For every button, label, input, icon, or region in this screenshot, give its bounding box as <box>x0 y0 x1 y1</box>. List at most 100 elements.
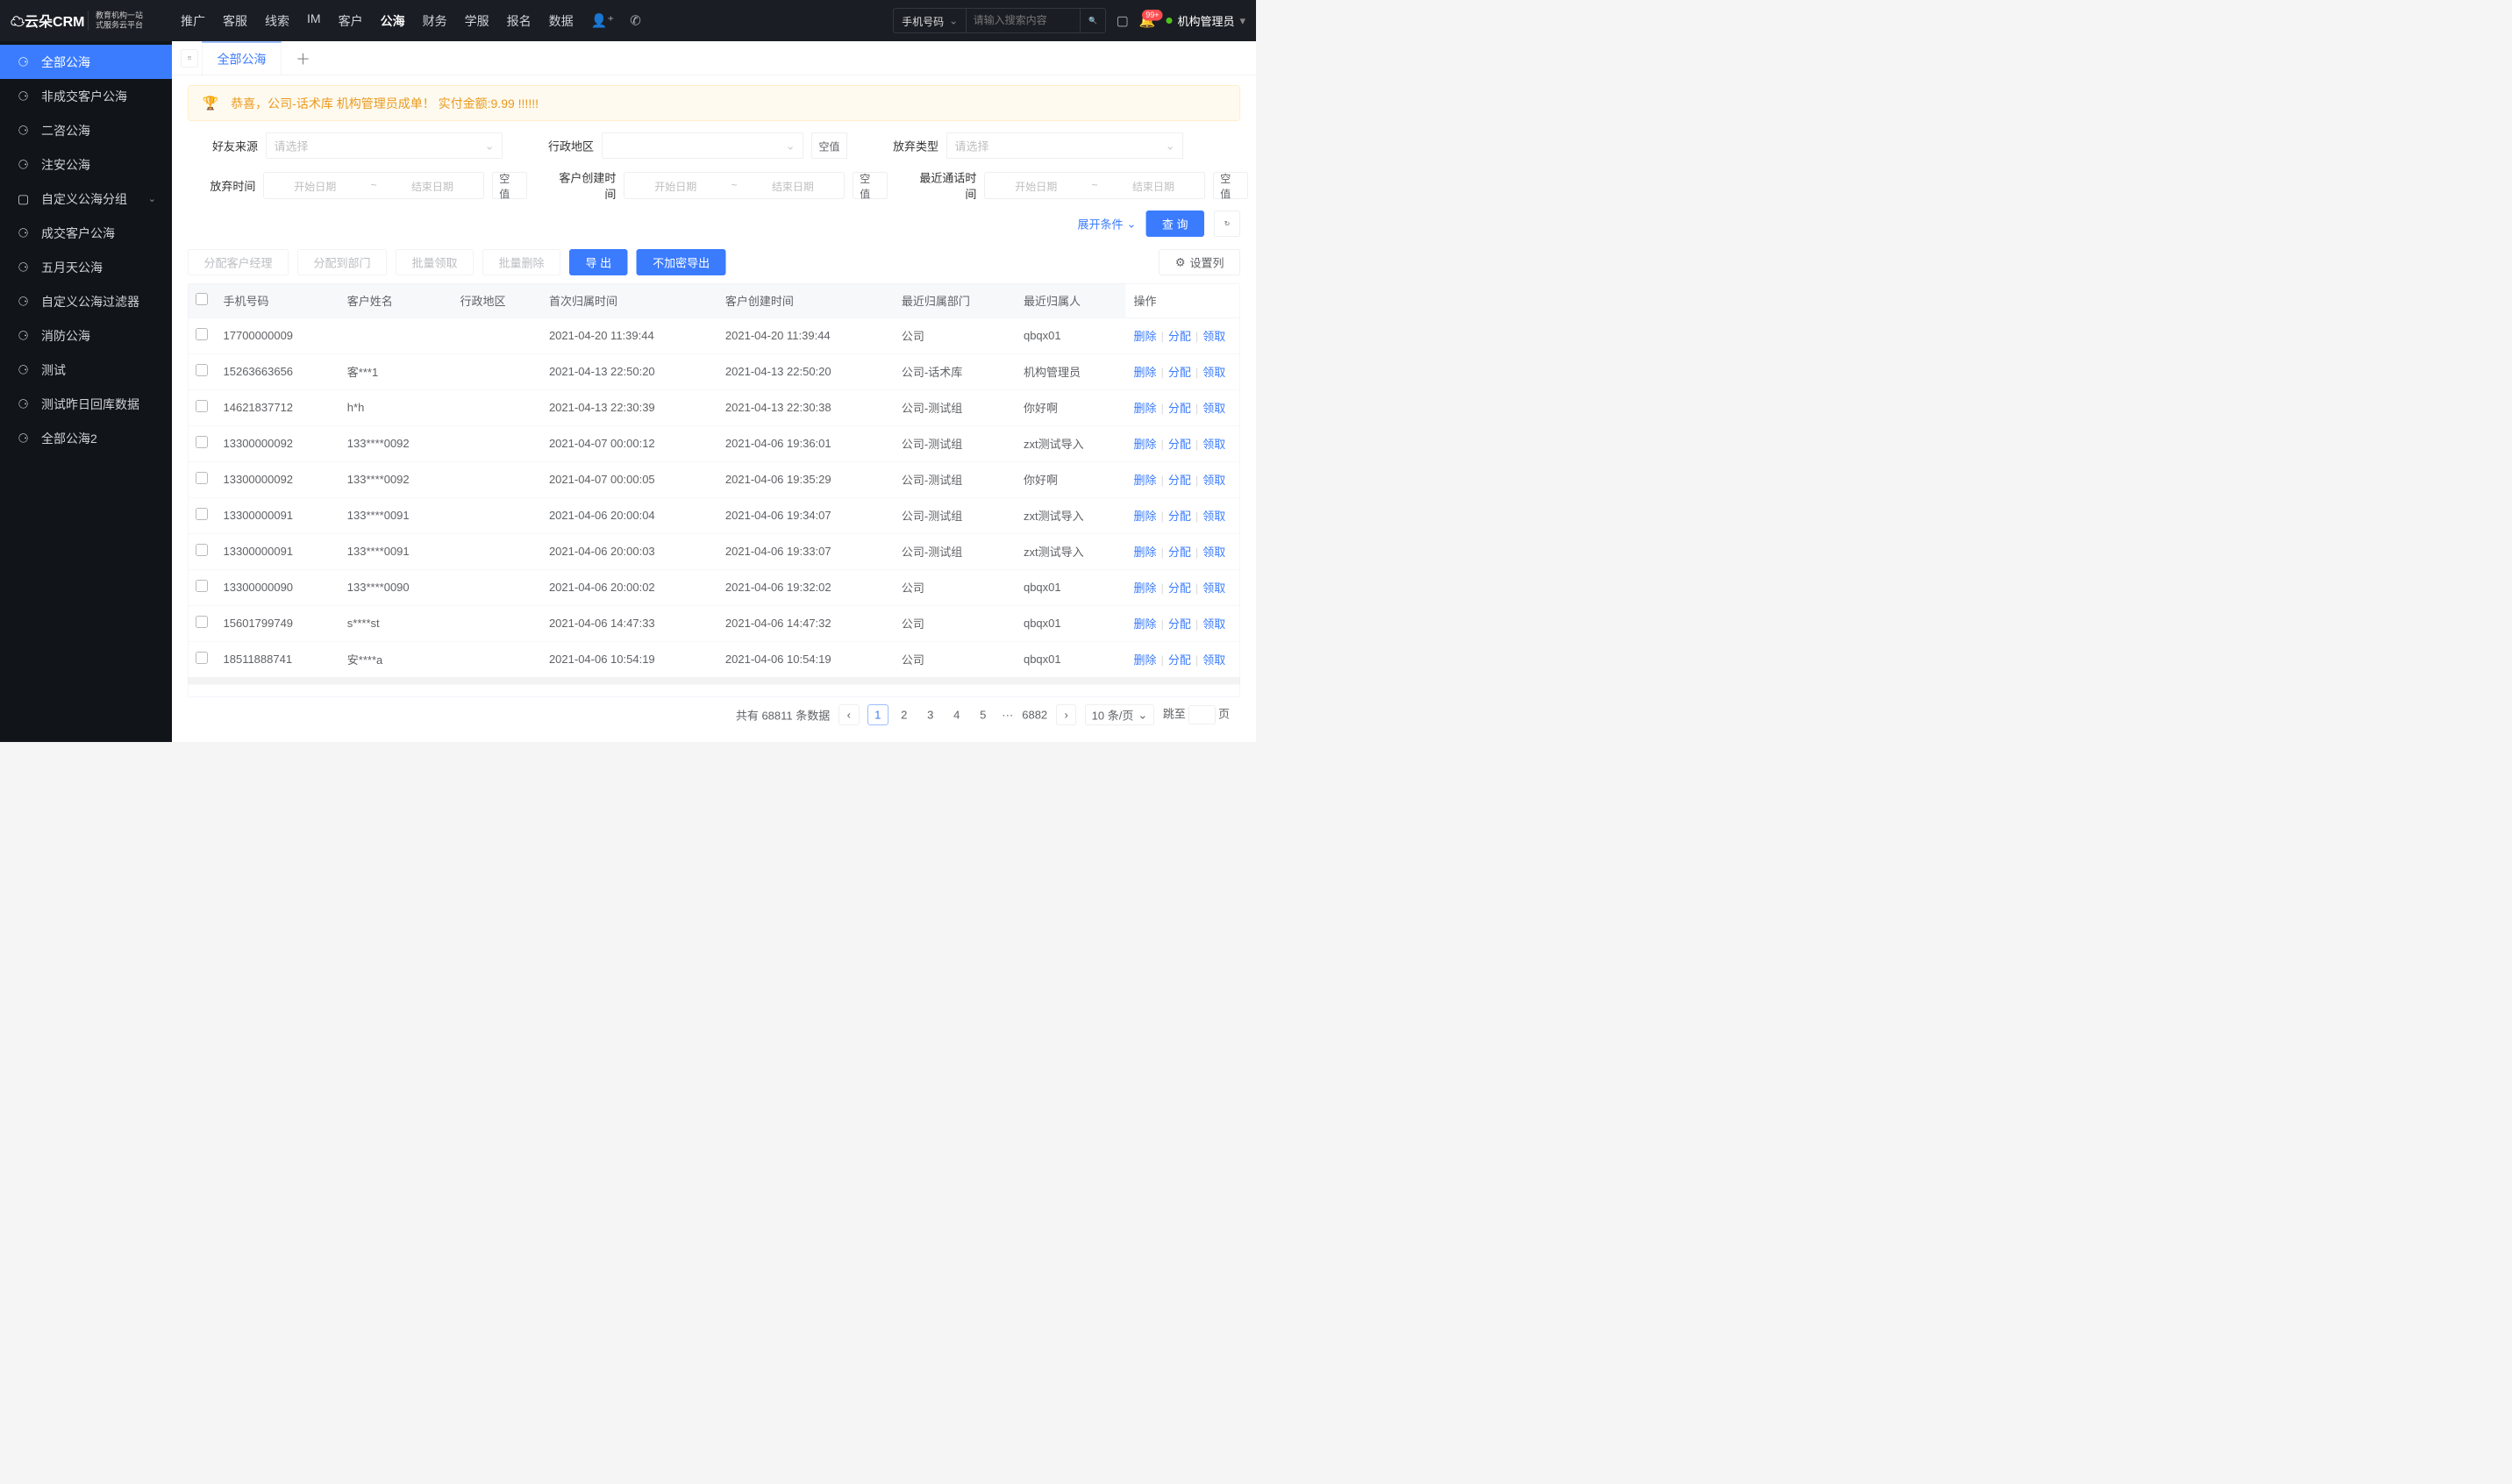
row-checkbox[interactable] <box>189 389 216 425</box>
nav-item-7[interactable]: 学服 <box>463 9 491 33</box>
row-checkbox[interactable] <box>189 461 216 497</box>
search-button[interactable]: 查 询 <box>1145 210 1204 237</box>
filter-empty-button[interactable]: 空值 <box>492 173 527 199</box>
sidebar-item-4[interactable]: ▢自定义公海分组⌄ <box>0 182 172 216</box>
row-checkbox[interactable] <box>189 353 216 389</box>
sidebar-item-7[interactable]: ⚆自定义公海过滤器 <box>0 284 172 318</box>
sidebar-item-9[interactable]: ⚆测试 <box>0 353 172 387</box>
filter-empty-button[interactable]: 空值 <box>853 173 888 199</box>
row-action-领取[interactable]: 领取 <box>1202 581 1225 595</box>
sidebar-item-0[interactable]: ⚆全部公海 <box>0 45 172 79</box>
row-checkbox[interactable] <box>189 317 216 353</box>
sidebar-item-11[interactable]: ⚆全部公海2 <box>0 421 172 455</box>
mobile-icon[interactable]: ▢ <box>1117 13 1129 29</box>
expand-filters-button[interactable]: 展开条件⌄ <box>1077 216 1136 232</box>
filter-select[interactable]: 请选择⌄ <box>266 132 503 159</box>
filter-date-range[interactable]: 开始日期~结束日期 <box>624 173 844 199</box>
page-number[interactable]: 4 <box>946 705 967 725</box>
row-action-分配[interactable]: 分配 <box>1168 510 1191 523</box>
select-all-checkbox[interactable] <box>189 284 216 318</box>
page-number[interactable]: 1 <box>867 705 888 725</box>
assign-dept-button[interactable]: 分配到部门 <box>297 249 387 275</box>
nav-item-4[interactable]: 客户 <box>337 9 365 33</box>
row-action-删除[interactable]: 删除 <box>1134 581 1157 595</box>
row-checkbox[interactable] <box>189 569 216 605</box>
search-icon[interactable]: 🔍 <box>1081 9 1105 32</box>
nav-item-1[interactable]: 客服 <box>221 9 249 33</box>
tab-active[interactable]: 全部公海 <box>202 42 282 75</box>
row-action-删除[interactable]: 删除 <box>1134 546 1157 559</box>
row-action-删除[interactable]: 删除 <box>1134 510 1157 523</box>
search-input[interactable] <box>967 9 1081 32</box>
row-action-删除[interactable]: 删除 <box>1134 617 1157 631</box>
row-action-分配[interactable]: 分配 <box>1168 653 1191 667</box>
page-number[interactable]: 5 <box>973 705 993 725</box>
columns-settings-button[interactable]: ⚙设置列 <box>1159 249 1240 275</box>
row-action-删除[interactable]: 删除 <box>1134 653 1157 667</box>
row-action-领取[interactable]: 领取 <box>1202 402 1225 415</box>
nav-item-9[interactable]: 数据 <box>547 9 575 33</box>
batch-delete-button[interactable]: 批量删除 <box>482 249 560 275</box>
row-action-分配[interactable]: 分配 <box>1168 438 1191 451</box>
filter-select[interactable]: ⌄ <box>602 132 803 159</box>
sidebar-item-1[interactable]: ⚆非成交客户公海 <box>0 79 172 113</box>
nav-item-8[interactable]: 报名 <box>505 9 533 33</box>
prev-page-button[interactable]: ‹ <box>839 705 859 725</box>
nav-item-6[interactable]: 财务 <box>421 9 449 33</box>
row-action-领取[interactable]: 领取 <box>1202 474 1225 487</box>
row-action-分配[interactable]: 分配 <box>1168 366 1191 379</box>
row-action-领取[interactable]: 领取 <box>1202 366 1225 379</box>
filter-empty-button[interactable]: 空值 <box>811 132 847 159</box>
row-checkbox[interactable] <box>189 605 216 641</box>
row-action-领取[interactable]: 领取 <box>1202 653 1225 667</box>
row-checkbox[interactable] <box>189 641 216 677</box>
page-jump-input[interactable] <box>1188 705 1215 724</box>
row-action-领取[interactable]: 领取 <box>1202 510 1225 523</box>
row-checkbox[interactable] <box>189 497 216 533</box>
nav-item-2[interactable]: 线索 <box>263 9 291 33</box>
filter-empty-button[interactable]: 空值 <box>1213 173 1248 199</box>
nav-item-0[interactable]: 推广 <box>179 9 207 33</box>
row-action-删除[interactable]: 删除 <box>1134 366 1157 379</box>
sidebar-item-6[interactable]: ⚆五月天公海 <box>0 250 172 284</box>
sidebar-item-5[interactable]: ⚆成交客户公海 <box>0 216 172 250</box>
row-action-删除[interactable]: 删除 <box>1134 402 1157 415</box>
row-action-分配[interactable]: 分配 <box>1168 402 1191 415</box>
row-action-领取[interactable]: 领取 <box>1202 617 1225 631</box>
user-menu[interactable]: 机构管理员 ▾ <box>1166 12 1245 29</box>
refresh-icon[interactable]: ↻ <box>1214 210 1240 237</box>
last-page-button[interactable]: 6882 <box>1022 705 1047 725</box>
page-size-select[interactable]: 10 条/页⌄ <box>1085 705 1154 725</box>
tab-add-button[interactable]: ＋ <box>285 47 321 69</box>
next-page-button[interactable]: › <box>1056 705 1076 725</box>
nav-item-5[interactable]: 公海 <box>379 9 407 33</box>
phone-icon[interactable]: ✆ <box>630 13 641 29</box>
sidebar-item-10[interactable]: ⚆测试昨日回库数据 <box>0 387 172 421</box>
row-action-分配[interactable]: 分配 <box>1168 581 1191 595</box>
row-action-分配[interactable]: 分配 <box>1168 546 1191 559</box>
tab-list-icon[interactable]: ≡ <box>181 49 198 67</box>
row-action-分配[interactable]: 分配 <box>1168 330 1191 343</box>
row-action-分配[interactable]: 分配 <box>1168 617 1191 631</box>
page-number[interactable]: 3 <box>920 705 940 725</box>
add-user-icon[interactable]: 👤⁺ <box>591 13 615 29</box>
sidebar-item-2[interactable]: ⚆二咨公海 <box>0 113 172 147</box>
row-action-领取[interactable]: 领取 <box>1202 330 1225 343</box>
notifications-icon[interactable]: 🔔99+ <box>1139 13 1156 29</box>
row-action-领取[interactable]: 领取 <box>1202 546 1225 559</box>
filter-date-range[interactable]: 开始日期~结束日期 <box>984 173 1204 199</box>
horizontal-scrollbar[interactable] <box>189 678 1240 685</box>
sidebar-item-3[interactable]: ⚆注安公海 <box>0 147 172 182</box>
batch-claim-button[interactable]: 批量领取 <box>396 249 474 275</box>
row-checkbox[interactable] <box>189 425 216 461</box>
filter-select[interactable]: 请选择⌄ <box>946 132 1183 159</box>
row-action-删除[interactable]: 删除 <box>1134 474 1157 487</box>
row-checkbox[interactable] <box>189 533 216 569</box>
search-type-select[interactable]: 手机号码⌄ <box>894 9 967 32</box>
assign-manager-button[interactable]: 分配客户经理 <box>188 249 289 275</box>
row-action-分配[interactable]: 分配 <box>1168 474 1191 487</box>
filter-date-range[interactable]: 开始日期~结束日期 <box>263 173 483 199</box>
row-action-删除[interactable]: 删除 <box>1134 438 1157 451</box>
page-number[interactable]: 2 <box>894 705 914 725</box>
sidebar-item-8[interactable]: ⚆消防公海 <box>0 318 172 353</box>
